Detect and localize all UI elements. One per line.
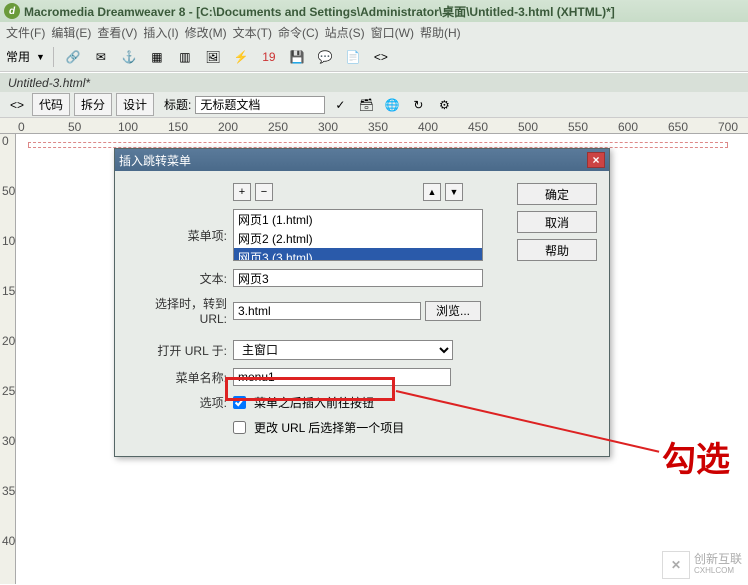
document-tab-bar: Untitled-3.html*	[0, 72, 748, 92]
menu-help[interactable]: 帮助(H)	[418, 24, 463, 41]
jump-menu-dialog: 插入跳转菜单 × + − ▲ ▼ 菜单项: 网页1 (1.html)网页2 (2…	[114, 148, 610, 457]
menu-modify[interactable]: 修改(M)	[183, 24, 229, 41]
menu-insert[interactable]: 插入(I)	[141, 24, 180, 41]
table-icon[interactable]: ▦	[146, 46, 168, 68]
document-toolbar: <> 代码 拆分 设计 标题: ✓ 🗃 🌐 ↻ ⚙	[0, 92, 748, 118]
preview-icon[interactable]: 🌐	[381, 94, 403, 116]
text-label: 文本:	[127, 270, 233, 287]
watermark: ✕ 创新互联 CXHLCOM	[662, 551, 742, 579]
options-label: 选项:	[127, 394, 233, 411]
browse-button[interactable]: 浏览...	[425, 301, 481, 321]
watermark-brand: 创新互联	[694, 554, 742, 565]
insert-toolbar: 常用 ▼ 🔗 ✉ ⚓ ▦ ▥ 🖼 ⚡ 19 💾 💬 📄 <>	[0, 42, 748, 72]
menu-commands[interactable]: 命令(C)	[276, 24, 321, 41]
remove-item-button[interactable]: −	[255, 183, 273, 201]
move-down-button[interactable]: ▼	[445, 183, 463, 201]
menu-bar: 文件(F) 编辑(E) 查看(V) 插入(I) 修改(M) 文本(T) 命令(C…	[0, 22, 748, 42]
hyperlink-icon[interactable]: 🔗	[62, 46, 84, 68]
split-button[interactable]: 拆分	[74, 93, 112, 116]
file-mgmt-icon[interactable]: 🗃	[355, 94, 377, 116]
insert-go-button-checkbox[interactable]	[233, 396, 246, 409]
comment-icon[interactable]: 💬	[314, 46, 336, 68]
menu-file[interactable]: 文件(F)	[4, 24, 47, 41]
ok-button[interactable]: 确定	[517, 183, 597, 205]
select-first-checkbox[interactable]	[233, 421, 246, 434]
menu-name-label: 菜单名称:	[127, 369, 233, 386]
url-label: 选择时，转到 URL:	[127, 295, 233, 326]
server-icon[interactable]: 💾	[286, 46, 308, 68]
menu-edit[interactable]: 编辑(E)	[49, 24, 93, 41]
ruler-horizontal: 0501001502002503003504004505005506006507…	[0, 118, 748, 134]
design-button[interactable]: 设计	[116, 93, 154, 116]
code-view-icon[interactable]: <>	[6, 94, 28, 116]
menu-site[interactable]: 站点(S)	[323, 24, 367, 41]
watermark-sub: CXHLCOM	[694, 565, 742, 576]
menu-items-label: 菜单项:	[127, 227, 233, 244]
layout-icon[interactable]: ▥	[174, 46, 196, 68]
menu-name-input[interactable]	[233, 368, 451, 386]
toolbar-category[interactable]: 常用	[6, 48, 30, 65]
move-up-button[interactable]: ▲	[423, 183, 441, 201]
annotation-text: 勾选	[662, 432, 730, 481]
url-input[interactable]	[233, 302, 421, 320]
app-logo-icon: d	[4, 3, 20, 19]
add-item-button[interactable]: +	[233, 183, 251, 201]
list-item[interactable]: 网页2 (2.html)	[234, 229, 482, 248]
menu-window[interactable]: 窗口(W)	[369, 24, 416, 41]
refresh-icon[interactable]: ↻	[407, 94, 429, 116]
templates-icon[interactable]: 📄	[342, 46, 364, 68]
menu-text[interactable]: 文本(T)	[231, 24, 274, 41]
dialog-title: 插入跳转菜单	[119, 152, 191, 169]
ruler-vertical: 050100150200250300350400	[0, 134, 16, 584]
anchor-icon[interactable]: ⚓	[118, 46, 140, 68]
image-icon[interactable]: 🖼	[202, 46, 224, 68]
flash-icon[interactable]: ⚡	[230, 46, 252, 68]
title-label: 标题:	[164, 96, 191, 113]
open-in-select[interactable]: 主窗口	[233, 340, 453, 360]
app-title: Macromedia Dreamweaver 8 - [C:\Documents…	[24, 3, 615, 20]
insert-go-button-label: 菜单之后插入前往按钮	[254, 394, 374, 411]
cancel-button[interactable]: 取消	[517, 211, 597, 233]
document-tab[interactable]: Untitled-3.html*	[8, 76, 90, 90]
watermark-logo-icon: ✕	[662, 551, 690, 579]
toolbar-separator	[53, 47, 54, 67]
page-title-input[interactable]	[195, 96, 325, 114]
tag-icon[interactable]: <>	[370, 46, 392, 68]
menu-view[interactable]: 查看(V)	[95, 24, 139, 41]
list-item[interactable]: 网页1 (1.html)	[234, 210, 482, 229]
date-icon[interactable]: 19	[258, 46, 280, 68]
toolbar-dropdown-icon[interactable]: ▼	[36, 52, 45, 62]
dialog-titlebar[interactable]: 插入跳转菜单 ×	[115, 149, 609, 171]
open-in-label: 打开 URL 于:	[127, 342, 233, 359]
email-icon[interactable]: ✉	[90, 46, 112, 68]
list-item[interactable]: 网页3 (3.html)	[234, 248, 482, 261]
text-input[interactable]	[233, 269, 483, 287]
options-icon[interactable]: ⚙	[433, 94, 455, 116]
validate-icon[interactable]: ✓	[329, 94, 351, 116]
help-button[interactable]: 帮助	[517, 239, 597, 261]
close-icon[interactable]: ×	[587, 152, 605, 168]
menu-items-listbox[interactable]: 网页1 (1.html)网页2 (2.html)网页3 (3.html)	[233, 209, 483, 261]
select-first-label: 更改 URL 后选择第一个项目	[254, 419, 404, 436]
title-bar: d Macromedia Dreamweaver 8 - [C:\Documen…	[0, 0, 748, 22]
code-button[interactable]: 代码	[32, 93, 70, 116]
